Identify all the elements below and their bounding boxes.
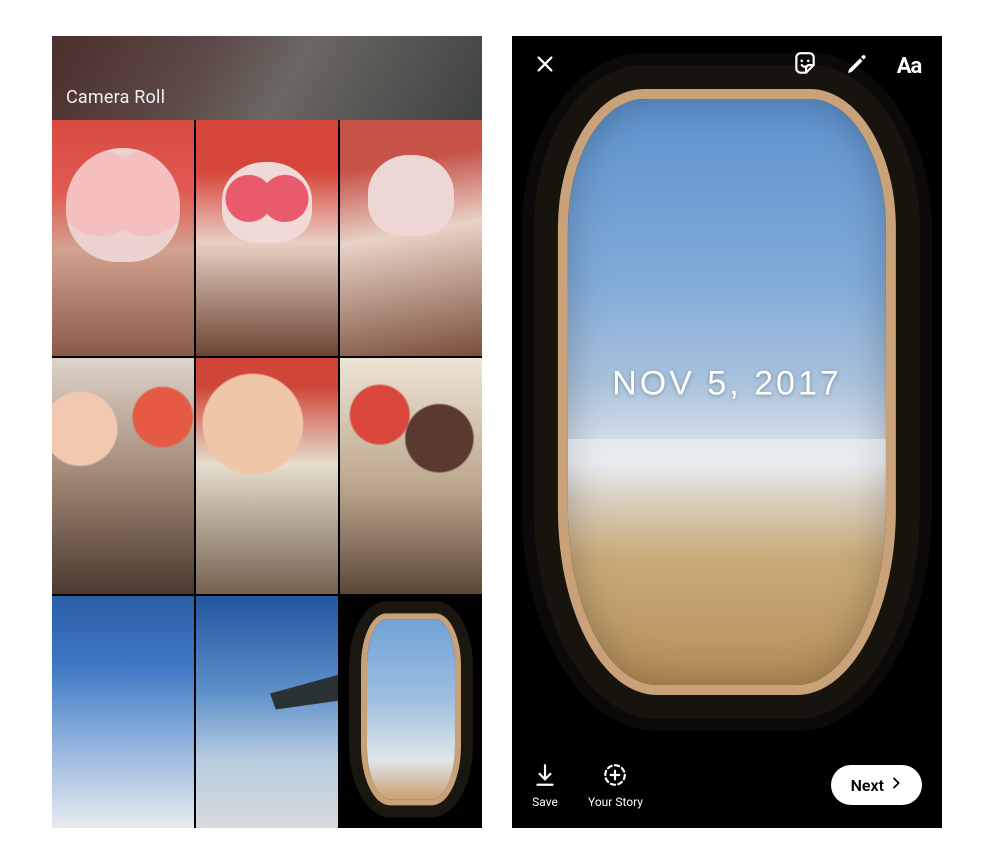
draw-button[interactable]	[842, 51, 872, 81]
photo-thumbnail[interactable]	[52, 358, 194, 594]
close-icon	[534, 53, 556, 79]
download-icon	[532, 762, 558, 791]
close-button[interactable]	[530, 51, 560, 81]
next-button[interactable]: Next	[831, 765, 922, 805]
story-editor-screen: NOV 5, 2017 Aa	[512, 36, 942, 828]
next-label: Next	[851, 776, 884, 795]
photo-thumbnail[interactable]	[196, 358, 338, 594]
pencil-icon	[845, 52, 869, 80]
your-story-button[interactable]: Your Story	[588, 762, 643, 809]
photo-thumbnail[interactable]	[52, 120, 194, 356]
camera-roll-title: Camera Roll	[66, 87, 165, 108]
story-bottom-bar: Save Your Story Next	[512, 742, 942, 828]
save-label: Save	[532, 795, 558, 809]
sticker-button[interactable]	[790, 51, 820, 81]
camera-roll-screen: Camera Roll	[52, 36, 482, 828]
photo-grid	[52, 120, 482, 828]
text-icon: Aa	[897, 54, 922, 79]
your-story-label: Your Story	[588, 795, 643, 809]
photo-thumbnail[interactable]	[52, 596, 194, 828]
chevron-right-icon	[888, 775, 904, 795]
add-story-icon	[602, 762, 628, 791]
text-button[interactable]: Aa	[894, 51, 924, 81]
photo-thumbnail[interactable]	[196, 596, 338, 828]
sticker-icon	[792, 51, 818, 81]
story-canvas[interactable]: NOV 5, 2017	[512, 36, 942, 828]
photo-thumbnail[interactable]	[340, 358, 482, 594]
story-top-bar: Aa	[512, 36, 942, 96]
photo-thumbnail[interactable]	[340, 596, 482, 828]
date-sticker[interactable]: NOV 5, 2017	[612, 365, 842, 404]
save-button[interactable]: Save	[532, 762, 558, 809]
photo-thumbnail[interactable]	[340, 120, 482, 356]
camera-roll-header[interactable]: Camera Roll	[52, 36, 482, 120]
photo-thumbnail[interactable]	[196, 120, 338, 356]
